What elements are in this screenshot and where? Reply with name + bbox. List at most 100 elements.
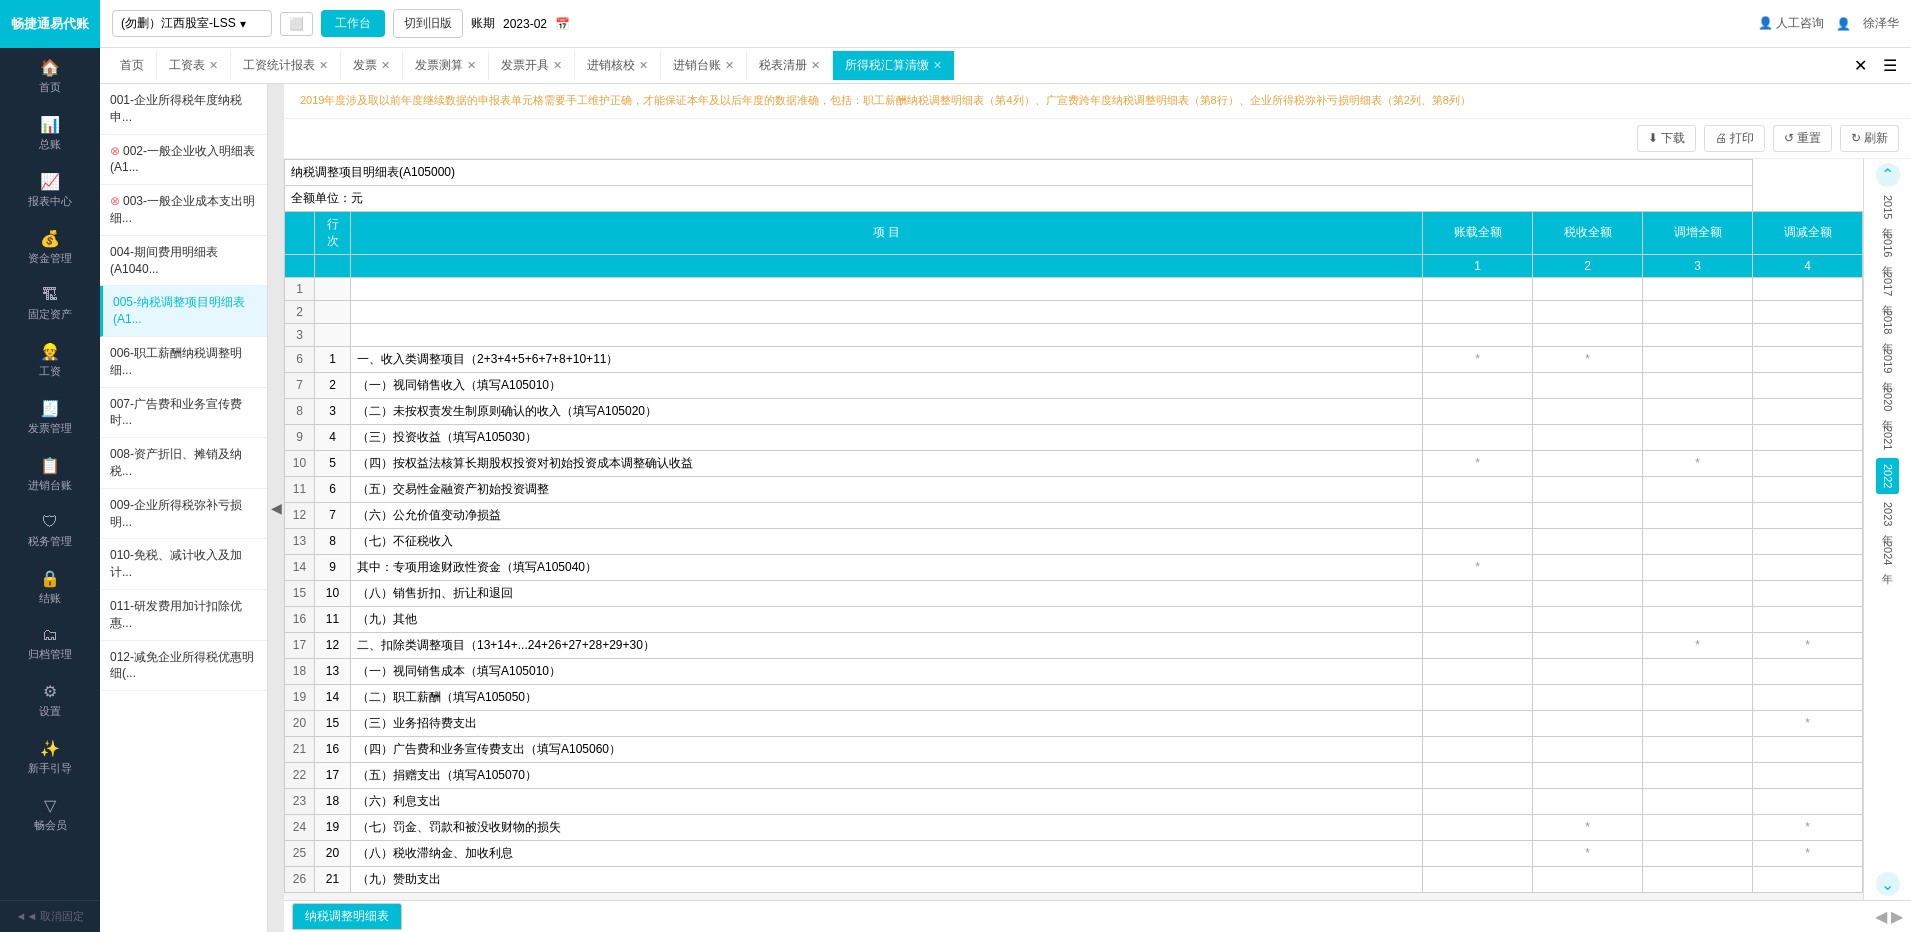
col3-cell[interactable] [1643,736,1753,762]
copy-button[interactable]: ⬜ [280,12,313,36]
tab-invoice-open[interactable]: 发票开具✕ [489,51,575,80]
col4-cell[interactable] [1753,476,1863,502]
col3-cell[interactable] [1643,398,1753,424]
year-item-2018年[interactable]: 2018年 [1876,304,1899,340]
sidebar-item-settings[interactable]: ⚙设置 [0,672,100,729]
company-select[interactable]: (勿删）江西股室-LSS ▾ [112,10,272,37]
col1-cell[interactable] [1423,762,1533,788]
tab-close-payroll-report[interactable]: ✕ [319,59,328,72]
left-panel-item-007[interactable]: 007-广告费和业务宣传费时... [100,388,267,439]
sidebar-item-tax[interactable]: 🛡税务管理 [0,503,100,559]
col4-cell[interactable] [1753,580,1863,606]
col4-cell[interactable] [1753,788,1863,814]
col3-cell[interactable] [1643,788,1753,814]
sidebar-item-archive[interactable]: 🗂归档管理 [0,616,100,672]
item-name[interactable]: （九）赞助支出 [351,866,1423,892]
download-button[interactable]: ⬇ 下载 [1637,125,1696,152]
item-name[interactable]: （一）视同销售成本（填写A105010） [351,658,1423,684]
sidebar-item-payroll[interactable]: 👷工资 [0,332,100,389]
calendar-icon[interactable]: 📅 [555,17,570,31]
col4-cell[interactable] [1753,866,1863,892]
col2-cell[interactable] [1533,684,1643,710]
year-item-2023年[interactable]: 2023年 [1876,496,1899,532]
tab-close-invoice[interactable]: ✕ [381,59,390,72]
col1-cell[interactable] [1423,788,1533,814]
sidebar-item-assets[interactable]: 🏗固定资产 [0,276,100,332]
col1-cell[interactable] [1423,323,1533,346]
scroll-right-icon[interactable]: ▶ [1891,907,1903,926]
col3-cell[interactable] [1643,372,1753,398]
col4-cell[interactable] [1753,300,1863,323]
item-name[interactable]: （四）按权益法核算长期股权投资对初始投资成本调整确认收益 [351,450,1423,476]
col3-cell[interactable] [1643,684,1753,710]
year-nav-up[interactable]: ⌃ [1876,163,1900,187]
col2-cell[interactable] [1533,606,1643,632]
col4-cell[interactable] [1753,528,1863,554]
col2-cell[interactable] [1533,502,1643,528]
col1-cell[interactable] [1423,277,1533,300]
col2-cell[interactable] [1533,398,1643,424]
col3-cell[interactable] [1643,762,1753,788]
col3-cell[interactable] [1643,346,1753,372]
item-name[interactable]: （八）销售折扣、折让和退回 [351,580,1423,606]
col1-cell[interactable] [1423,300,1533,323]
col1-cell[interactable] [1423,528,1533,554]
item-name[interactable]: （五）捐赠支出（填写A105070） [351,762,1423,788]
year-item-2020年[interactable]: 2020年 [1876,381,1899,417]
panel-collapse-button[interactable]: ◀ [268,84,284,932]
print-button[interactable]: 🖨 打印 [1704,125,1765,152]
col3-cell[interactable] [1643,658,1753,684]
col3-cell[interactable] [1643,554,1753,580]
col2-cell[interactable] [1533,476,1643,502]
col4-cell[interactable] [1753,346,1863,372]
col1-cell[interactable] [1423,684,1533,710]
col1-cell[interactable] [1423,476,1533,502]
col2-cell[interactable] [1533,762,1643,788]
col3-cell[interactable] [1643,580,1753,606]
col4-cell[interactable] [1753,762,1863,788]
col1-cell[interactable] [1423,502,1533,528]
col1-cell[interactable] [1423,658,1533,684]
tab-sales-ledger[interactable]: 进销台账✕ [661,51,747,80]
year-item-2019年[interactable]: 2019年 [1876,343,1899,379]
col1-cell[interactable] [1423,736,1533,762]
sidebar-item-sales[interactable]: 📋进销台账 [0,446,100,503]
item-name[interactable]: （六）利息支出 [351,788,1423,814]
tab-close-payroll[interactable]: ✕ [209,59,218,72]
item-name[interactable] [351,300,1423,323]
col2-cell[interactable] [1533,580,1643,606]
col3-cell[interactable] [1643,323,1753,346]
col4-cell[interactable] [1753,450,1863,476]
scroll-left-icon[interactable]: ◀ [1875,907,1887,926]
tab-home[interactable]: 首页 [108,51,157,80]
col4-cell[interactable]: * [1753,840,1863,866]
item-name[interactable]: （六）公允价值变动净损益 [351,502,1423,528]
sheet-main[interactable]: 纳税调整项目明细表(A105000) 全额单位：元 行次 项 目 账载全额 税收… [284,159,1863,900]
left-panel-item-011[interactable]: 011-研发费用加计扣除优惠... [100,590,267,641]
item-name[interactable]: （二）未按权责发生制原则确认的收入（填写A105020） [351,398,1423,424]
sidebar-item-member[interactable]: ▽畅会员 [0,786,100,843]
sidebar-item-ledger[interactable]: 📊总账 [0,105,100,162]
col2-cell[interactable] [1533,372,1643,398]
reset-button[interactable]: ↺ 重置 [1773,125,1832,152]
left-panel-item-010[interactable]: 010-免税、减计收入及加计... [100,539,267,590]
left-panel-item-005[interactable]: 005-纳税调整项目明细表(A1... [100,286,267,337]
year-item-2016年[interactable]: 2016年 [1876,227,1899,263]
user-avatar[interactable]: 👤 [1836,17,1851,31]
item-name[interactable]: （二）职工薪酬（填写A105050） [351,684,1423,710]
item-name[interactable]: 二、扣除类调整项目（13+14+...24+26+27+28+29+30） [351,632,1423,658]
tab-close-invoice-open[interactable]: ✕ [553,59,562,72]
left-panel-item-004[interactable]: 004-期间费用明细表(A1040... [100,236,267,287]
year-item-2022年[interactable]: 2022年 [1876,458,1899,494]
tab-close-income-tax[interactable]: ✕ [933,59,942,72]
col2-cell[interactable] [1533,788,1643,814]
col2-cell[interactable]: * [1533,814,1643,840]
col1-cell[interactable]: * [1423,346,1533,372]
col1-cell[interactable] [1423,866,1533,892]
left-panel-item-002[interactable]: ⊗002-一般企业收入明细表(A1... [100,135,267,186]
sidebar-item-invoice[interactable]: 🧾发票管理 [0,389,100,446]
col3-cell[interactable]: * [1643,632,1753,658]
tab-close-invoice-calc[interactable]: ✕ [467,59,476,72]
item-name[interactable] [351,323,1423,346]
tab-close-tax-clear[interactable]: ✕ [811,59,820,72]
